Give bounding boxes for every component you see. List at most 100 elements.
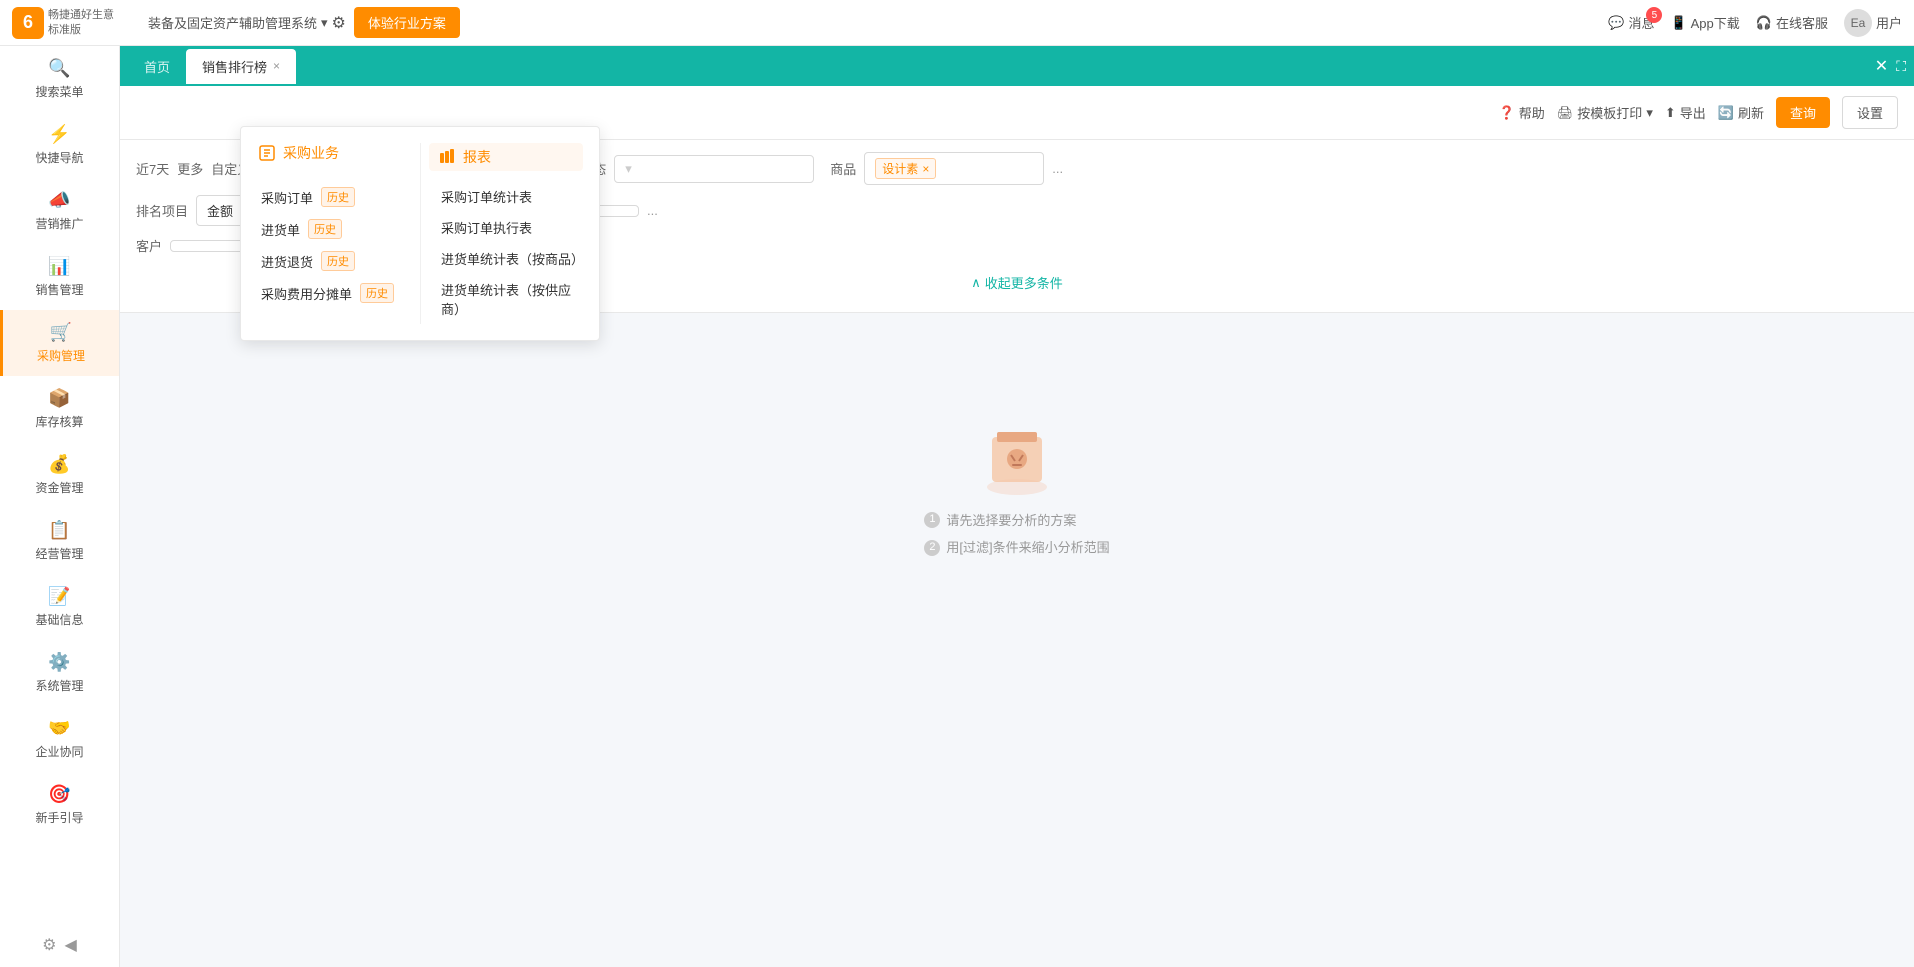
sidebar: 🔍 搜索菜单 ⚡ 快捷导航 📣 营销推广 📊 销售管理 🛒 采购管理 📦 库存核… [0, 46, 120, 967]
print-icon: 🖨 [1557, 105, 1574, 121]
logo-icon: 6 [12, 7, 44, 39]
menu-section-purchase-title: 采购业务 [257, 143, 420, 171]
date-shortcut-more[interactable]: 更多 [177, 159, 203, 178]
message-icon: 💬 [1608, 15, 1624, 31]
logo-text: 畅捷通好生意 标准版 [48, 8, 114, 37]
box-icon: 📦 [48, 388, 70, 409]
step1-num: 1 [924, 512, 940, 528]
sidebar-item-purchase[interactable]: 🛒 采购管理 [0, 310, 119, 376]
sidebar-item-quick[interactable]: ⚡ 快捷导航 [0, 112, 119, 178]
menu-item-return[interactable]: 进货退货 历史 [257, 245, 420, 277]
sidebar-item-inventory[interactable]: 📦 库存核算 [0, 376, 119, 442]
sidebar-item-operation[interactable]: 📋 经营管理 [0, 508, 119, 574]
purchase-order-badge: 历史 [321, 187, 355, 207]
menu-item-incoming-stat-goods[interactable]: 进货单统计表（按商品） [437, 243, 583, 274]
menu-item-purchase-order-exec[interactable]: 采购订单执行表 [437, 212, 583, 243]
user-btn[interactable]: Ea 用户 [1844, 9, 1902, 37]
tabbar-close-icon[interactable]: ✕ [1875, 56, 1888, 76]
content-area: ❓ 帮助 🖨 按模板打印 ▾ ⬆ 导出 🔄 刷新 查询 设置 [120, 86, 1914, 967]
sidebar-item-system[interactable]: ⚙️ 系统管理 [0, 640, 119, 706]
cart-icon: 🛒 [50, 322, 72, 343]
settings-btn[interactable]: 设置 [1842, 96, 1898, 129]
sidebar-item-basic[interactable]: 📝 基础信息 [0, 574, 119, 640]
target-icon: 🎯 [48, 784, 70, 805]
menu-item-purchase-order[interactable]: 采购订单 历史 [257, 181, 420, 213]
main-area: 首页 销售排行榜 × ✕ ⛶ ❓ 帮助 🖨 按模板打印 ▾ [120, 46, 1914, 967]
logo: 6 畅捷通好生意 标准版 [12, 7, 132, 39]
headset-icon: 🎧 [1756, 15, 1772, 31]
money-icon: 💰 [48, 454, 70, 475]
bottom-collapse-icon[interactable]: ◀ [65, 935, 77, 955]
help-icon: ❓ [1499, 105, 1515, 121]
goods-input[interactable]: 设计素 × [864, 152, 1044, 185]
salesman-dots[interactable]: ... [647, 203, 658, 218]
goods-dots[interactable]: ... [1052, 161, 1063, 176]
settings-gear-icon[interactable]: ⚙ [332, 13, 346, 33]
phone-icon: 📱 [1670, 15, 1686, 31]
step2-num: 2 [924, 540, 940, 556]
menu-item-incoming[interactable]: 进货单 历史 [257, 213, 420, 245]
megaphone-icon: 📣 [48, 190, 70, 211]
refresh-icon: 🔄 [1718, 105, 1734, 121]
handshake-icon: 🤝 [48, 718, 70, 739]
chart-icon: 📊 [48, 256, 70, 277]
empty-state: 1 请先选择要分析的方案 2 用[过滤]条件来缩小分析范围 [120, 313, 1914, 663]
incoming-badge: 历史 [308, 219, 342, 239]
clipboard-icon: 📋 [48, 520, 70, 541]
service-btn[interactable]: 🎧 在线客服 [1756, 13, 1828, 32]
expense-badge: 历史 [360, 283, 394, 303]
tab-home[interactable]: 首页 [128, 49, 186, 84]
sidebar-item-sales[interactable]: 📊 销售管理 [0, 244, 119, 310]
gear-icon: ⚙️ [48, 652, 70, 673]
sidebar-item-corp[interactable]: 🤝 企业协同 [0, 706, 119, 772]
refresh-btn[interactable]: 🔄 刷新 [1718, 103, 1764, 122]
system-dropdown-icon[interactable]: ▾ [321, 15, 328, 31]
help-btn[interactable]: ❓ 帮助 [1499, 103, 1545, 122]
menu-section-report: 报表 采购订单统计表 采购订单执行表 进货单统计表（按商品） 进货单统计表（按供… [420, 143, 583, 324]
menu-section-purchase: 采购业务 采购订单 历史 进货单 历史 进货退货 历史 [257, 143, 420, 324]
search-icon: 🔍 [48, 58, 70, 79]
empty-text: 1 请先选择要分析的方案 2 用[过滤]条件来缩小分析范围 [924, 509, 1109, 560]
menu-item-incoming-stat-supplier[interactable]: 进货单统计表（按供应商） [437, 274, 583, 324]
tabbar-expand-icon[interactable]: ⛶ [1896, 58, 1906, 75]
sidebar-item-finance[interactable]: 💰 资金管理 [0, 442, 119, 508]
industry-btn[interactable]: 体验行业方案 [354, 7, 460, 38]
export-icon: ⬆ [1665, 105, 1676, 121]
collapse-up-icon: ∧ [971, 275, 981, 291]
filter-goods: 商品 设计素 × ... [830, 152, 1063, 185]
bottom-settings-icon[interactable]: ⚙ [42, 935, 56, 955]
date-shortcut-7days[interactable]: 近7天 [136, 159, 169, 178]
message-btn[interactable]: 💬 消息 5 [1608, 13, 1654, 32]
empty-illustration [967, 417, 1067, 497]
tab-close-icon[interactable]: × [273, 59, 280, 73]
purchase-section-icon [257, 143, 277, 163]
query-btn[interactable]: 查询 [1776, 97, 1830, 128]
purchase-dropdown-menu: 采购业务 采购订单 历史 进货单 历史 进货退货 历史 [240, 126, 600, 341]
tab-sales-rank[interactable]: 销售排行榜 × [186, 49, 296, 84]
menu-section-report-title: 报表 [429, 143, 583, 171]
menu-item-expense[interactable]: 采购费用分摊单 历史 [257, 277, 420, 309]
flash-icon: ⚡ [48, 124, 70, 145]
system-name: 装备及固定资产辅助管理系统 ▾ ⚙ [148, 13, 346, 33]
goods-tag: 设计素 × [875, 158, 936, 179]
topbar-right: 💬 消息 5 📱 App下载 🎧 在线客服 Ea 用户 [1608, 9, 1902, 37]
layout: 🔍 搜索菜单 ⚡ 快捷导航 📣 营销推广 📊 销售管理 🛒 采购管理 📦 库存核… [0, 46, 1914, 967]
app-download-btn[interactable]: 📱 App下载 [1670, 13, 1739, 32]
sidebar-item-search[interactable]: 🔍 搜索菜单 [0, 46, 119, 112]
message-badge: 5 [1646, 7, 1662, 23]
export-btn[interactable]: ⬆ 导出 [1665, 103, 1706, 122]
report-section-icon [437, 147, 457, 167]
sidebar-item-newbie[interactable]: 🎯 新手引导 [0, 772, 119, 838]
goods-tag-remove[interactable]: × [922, 162, 929, 176]
print-dropdown-icon[interactable]: ▾ [1646, 105, 1653, 121]
doc-status-input[interactable]: ▾ [614, 155, 814, 183]
avatar: Ea [1844, 9, 1872, 37]
sidebar-item-marketing[interactable]: 📣 营销推广 [0, 178, 119, 244]
menu-item-purchase-order-stat[interactable]: 采购订单统计表 [437, 181, 583, 212]
print-btn[interactable]: 🖨 按模板打印 ▾ [1557, 103, 1653, 122]
topbar: 6 畅捷通好生意 标准版 装备及固定资产辅助管理系统 ▾ ⚙ 体验行业方案 💬 … [0, 0, 1914, 46]
doc-icon: 📝 [48, 586, 70, 607]
tabbar: 首页 销售排行榜 × ✕ ⛶ [120, 46, 1914, 86]
sidebar-bottom: ⚙ ◀ [0, 923, 119, 967]
return-badge: 历史 [321, 251, 355, 271]
